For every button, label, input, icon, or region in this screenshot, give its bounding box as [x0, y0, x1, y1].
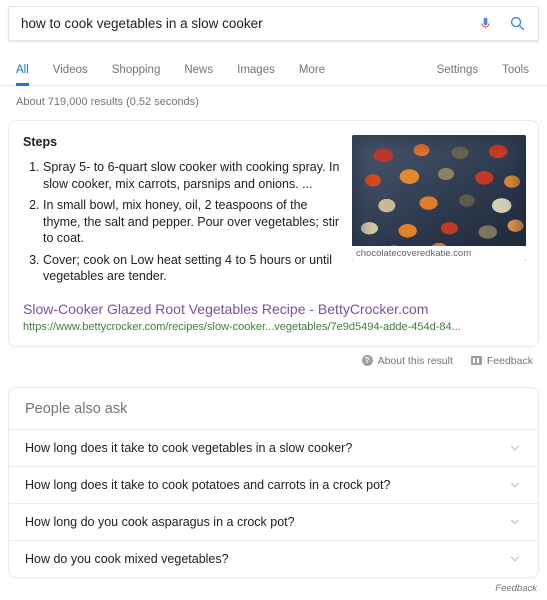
- paa-question-row[interactable]: How long does it take to cook potatoes a…: [9, 467, 538, 504]
- chevron-down-icon[interactable]: [508, 515, 522, 529]
- about-result-row: ? About this result Feedback: [0, 347, 547, 367]
- feedback-label: Feedback: [486, 354, 533, 367]
- nav-tabs-left: All Videos Shopping News Images More: [8, 64, 337, 86]
- paa-question-label: How do you cook mixed vegetables?: [25, 551, 229, 566]
- organic-result: Crock Pot Vegetables in the Slow Cooker …: [0, 594, 547, 600]
- featured-snippet-url: https://www.bettycrocker.com/recipes/slo…: [23, 320, 461, 333]
- featured-snippet-heading: Steps: [23, 135, 58, 149]
- paa-question-label: How long does it take to cook vegetables…: [25, 440, 353, 455]
- microphone-icon[interactable]: [472, 11, 498, 37]
- nav-tools-right: Settings Tools: [425, 64, 539, 85]
- step-item: Cover; cook on Low heat setting 4 to 5 h…: [43, 252, 340, 285]
- tab-more[interactable]: More: [287, 64, 337, 85]
- tools-button[interactable]: Tools: [490, 64, 539, 85]
- search-bar[interactable]: [8, 6, 539, 41]
- tab-videos[interactable]: Videos: [41, 64, 100, 85]
- tab-images[interactable]: Images: [225, 64, 287, 85]
- search-nav-tabs: All Videos Shopping News Images More Set…: [0, 52, 547, 86]
- step-item: In small bowl, mix honey, oil, 2 teaspoo…: [43, 197, 340, 247]
- featured-snippet-card: Steps Spray 5- to 6-quart slow cooker wi…: [8, 120, 539, 347]
- google-search-results-page: All Videos Shopping News Images More Set…: [0, 0, 547, 600]
- result-stats: About 719,000 results (0.52 seconds): [16, 96, 199, 108]
- chevron-down-icon[interactable]: [508, 552, 522, 566]
- people-also-ask-heading: People also ask: [9, 388, 538, 430]
- paa-feedback-link[interactable]: Feedback: [0, 578, 547, 594]
- featured-snippet-thumbnail[interactable]: chocolatecoveredkatie.com: [352, 135, 526, 261]
- people-also-ask-card: People also ask How long does it take to…: [8, 386, 539, 578]
- tab-all[interactable]: All: [8, 64, 41, 86]
- step-item: Spray 5- to 6-quart slow cooker with coo…: [43, 159, 340, 192]
- featured-snippet-text: Steps Spray 5- to 6-quart slow cooker wi…: [23, 135, 352, 290]
- steps-list: Spray 5- to 6-quart slow cooker with coo…: [23, 159, 340, 285]
- tab-shopping[interactable]: Shopping: [100, 64, 173, 85]
- photo-vignette: [352, 135, 526, 261]
- feedback-button[interactable]: Feedback: [470, 354, 533, 367]
- question-mark-icon: ?: [361, 355, 373, 366]
- thumbnail-caption: chocolatecoveredkatie.com: [352, 246, 526, 261]
- search-icon[interactable]: [504, 11, 530, 37]
- search-input[interactable]: [21, 16, 472, 31]
- paa-question-row[interactable]: How long do you cook asparagus in a croc…: [9, 504, 538, 541]
- featured-snippet-source: Slow-Cooker Glazed Root Vegetables Recip…: [9, 300, 538, 346]
- featured-snippet-title-link[interactable]: Slow-Cooker Glazed Root Vegetables Recip…: [23, 300, 524, 319]
- settings-button[interactable]: Settings: [425, 64, 491, 85]
- paa-question-row[interactable]: How do you cook mixed vegetables?: [9, 541, 538, 577]
- search-bar-container: [0, 0, 547, 41]
- feedback-icon: [470, 356, 482, 365]
- paa-question-label: How long does it take to cook potatoes a…: [25, 477, 391, 492]
- paa-question-row[interactable]: How long does it take to cook vegetables…: [9, 430, 538, 467]
- chevron-down-icon[interactable]: [508, 478, 522, 492]
- tab-news[interactable]: News: [172, 64, 225, 85]
- about-this-result-button[interactable]: ? About this result: [361, 354, 453, 367]
- paa-question-label: How long do you cook asparagus in a croc…: [25, 514, 295, 529]
- featured-snippet-body: Steps Spray 5- to 6-quart slow cooker wi…: [9, 121, 538, 300]
- chevron-down-icon[interactable]: [508, 441, 522, 455]
- about-this-result-label: About this result: [377, 354, 453, 367]
